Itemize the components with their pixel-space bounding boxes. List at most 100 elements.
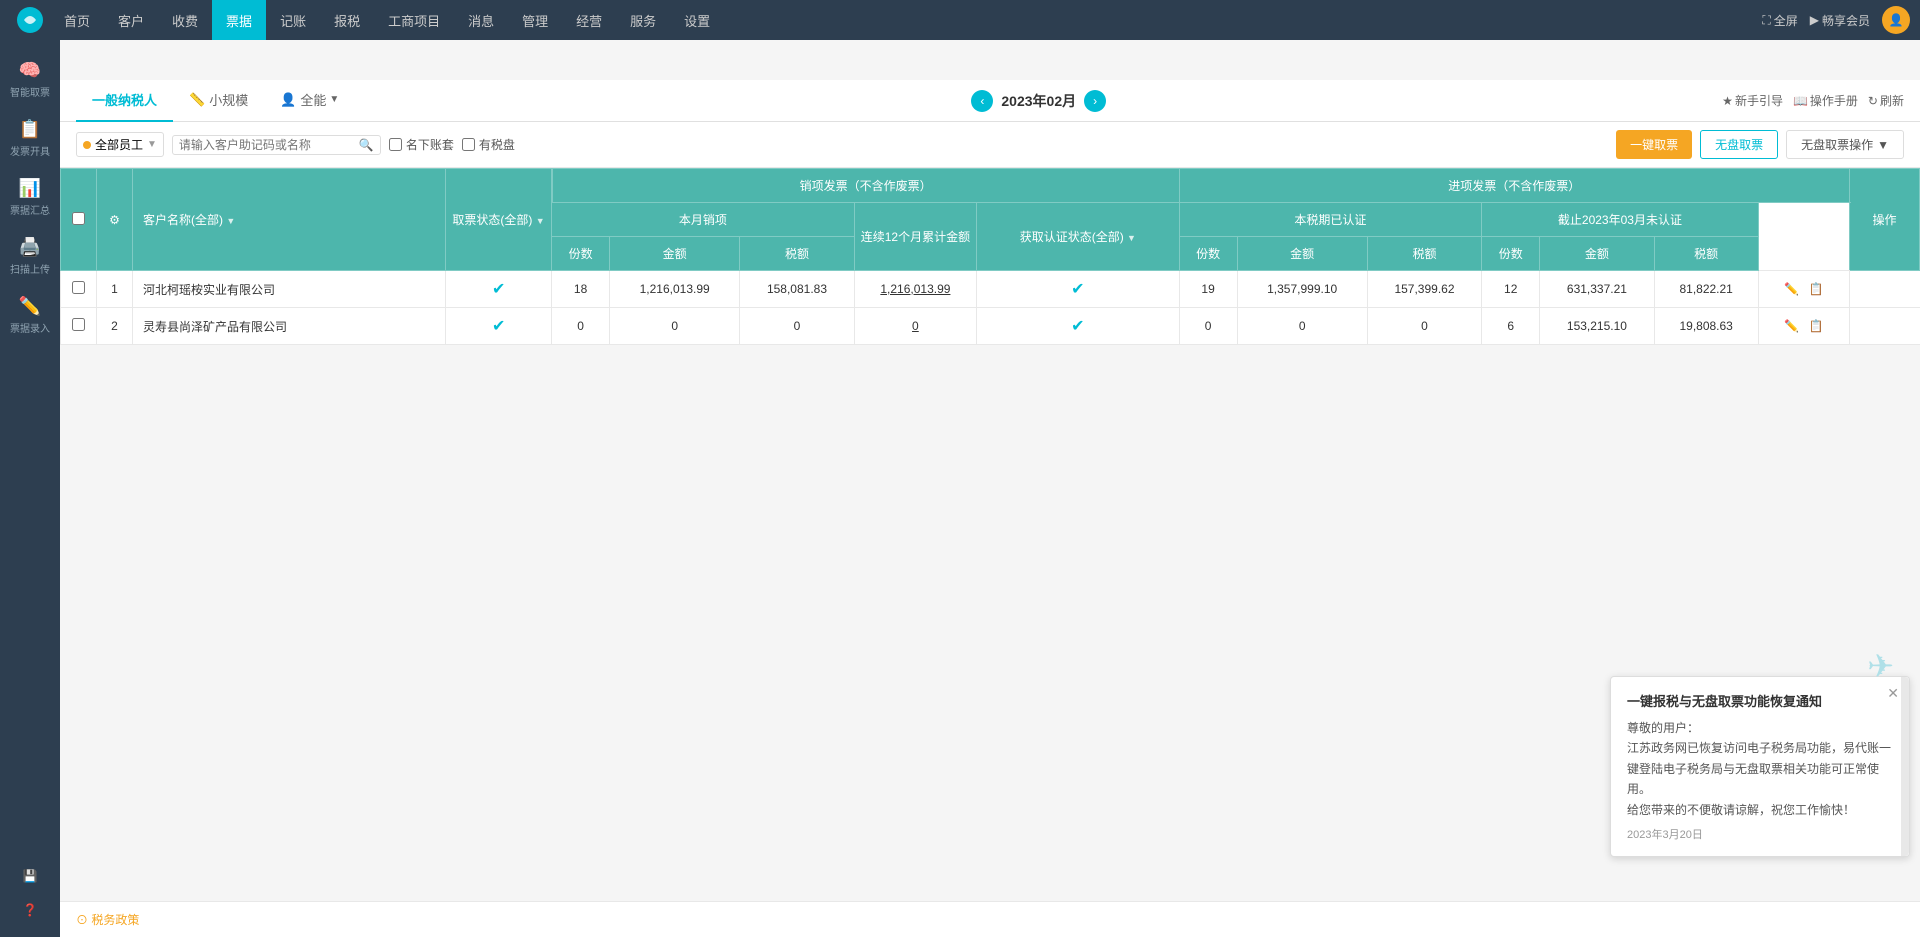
sidebar-download-btn[interactable]: 💾 [23,859,38,893]
col-group-purchase: 进项发票（不含作废票） [1179,169,1849,203]
user-avatar[interactable]: 👤 [1882,6,1910,34]
row1-checkbox[interactable] [61,271,97,308]
no-disk-ops-btn[interactable]: 无盘取票操作 ▼ [1786,130,1904,159]
fullscreen-btn[interactable]: ⛶ 全屏 [1762,12,1797,29]
subaccount-check[interactable] [389,138,402,151]
emp-dropdown-icon: ▼ [147,139,157,150]
notification-title: 一键报税与无盘取票功能恢复通知 [1627,691,1893,710]
tab-all[interactable]: 👤 全能 ▼ [264,80,355,122]
nav-invoice[interactable]: 票据 [212,0,266,40]
row1-edit-icon[interactable]: ✏️ [1784,282,1799,296]
left-sidebar: 🧠 智能取票 📋 发票开具 📊 票据汇总 🖨️ 扫描上传 ✏️ 票据录入 💾 ❓ [0,40,60,937]
manual-btn[interactable]: 📖 操作手册 [1793,92,1858,109]
row1-purch-status: ✔ [977,271,1180,308]
col-sales-month: 本月销项 [552,203,855,237]
search-icon[interactable]: 🔍 [359,138,374,152]
scroll-indicator [1901,677,1909,856]
row1-status-icon: ✔ [492,281,505,298]
col-group-sales: 销项发票（不含作废票） [552,169,1179,203]
quick-ticket-btn[interactable]: 一键取票 [1616,130,1692,159]
invoice-open-icon: 📋 [19,119,41,140]
purch-status-sort[interactable]: ▼ [1127,233,1136,243]
date-display: 2023年02月 [1001,91,1076,111]
help-icon: ❓ [23,903,38,917]
row2-sales-count: 0 [552,308,610,345]
no-disk-btn[interactable]: 无盘取票 [1700,130,1778,159]
taxdisk-checkbox[interactable]: 有税盘 [462,136,515,153]
col-uncert-count: 份数 [1482,237,1540,271]
row2-sales-tax: 0 [740,308,854,345]
row2-copy-icon[interactable]: 📋 [1809,319,1824,333]
nav-operate[interactable]: 经营 [562,0,616,40]
tab-general-taxpayer[interactable]: 一般纳税人 [76,80,173,122]
row1-ops: ✏️ 📋 [1758,271,1849,308]
date-prev-btn[interactable]: ‹ [971,90,993,112]
row2-status-icon: ✔ [492,318,505,335]
status-sort-icon[interactable]: ▼ [536,216,545,226]
col-purch-status: 获取认证状态(全部) ▼ [977,203,1180,271]
table-row: 2 灵寿县尚泽矿产品有限公司 ✔ 0 0 0 0 ✔ 0 0 0 6 153,2… [61,308,1920,345]
dropdown-arrow-icon: ▼ [1877,138,1889,152]
row1-uncert-amount: 631,337.21 [1540,271,1654,308]
fullscreen-icon: ⛶ [1762,13,1770,28]
nav-home[interactable]: 首页 [50,0,104,40]
row2-edit-icon[interactable]: ✏️ [1784,319,1799,333]
tab-bar: 一般纳税人 📏 小规模 👤 全能 ▼ ‹ 2023年02月 › ★ 新手引导 📖 [60,80,1920,122]
top-navbar: 首页 客户 收费 票据 记账 报税 工商项目 消息 管理 经营 服务 设置 ⛶ … [0,0,1920,40]
employee-selector[interactable]: 全部员工 ▼ [76,132,164,157]
config-icon[interactable]: ⚙ [109,213,120,227]
col-purch-count: 份数 [1179,237,1237,271]
sidebar-item-ticket-entry[interactable]: ✏️ 票据录入 [0,286,60,345]
date-next-btn[interactable]: › [1084,90,1106,112]
col-sales-tax: 税额 [740,237,854,271]
guide-icon: ★ [1722,94,1733,108]
nav-charge[interactable]: 收费 [158,0,212,40]
row2-checkbox[interactable] [61,308,97,345]
toolbar: 全部员工 ▼ 🔍 名下账套 有税盘 一键取票 无盘取票 无盘取票操作 ▼ [60,122,1920,168]
row2-status: ✔ [446,308,552,345]
nav-manage[interactable]: 管理 [508,0,562,40]
nav-settings[interactable]: 设置 [670,0,724,40]
col-checkbox [61,169,97,271]
row1-purch-status-icon: ✔ [1071,281,1084,298]
sidebar-item-scan-upload[interactable]: 🖨️ 扫描上传 [0,227,60,286]
nav-bookkeeping[interactable]: 记账 [266,0,320,40]
row1-copy-icon[interactable]: 📋 [1809,282,1824,296]
sidebar-item-invoice-open[interactable]: 📋 发票开具 [0,109,60,168]
sidebar-help-btn[interactable]: ❓ [23,893,38,927]
tab-small-scale[interactable]: 📏 小规模 [173,80,264,122]
select-all-checkbox[interactable] [72,212,85,225]
sidebar-item-smart-ticket[interactable]: 🧠 智能取票 [0,50,60,109]
name-sort-icon[interactable]: ▼ [226,216,235,226]
taxdisk-check[interactable] [462,138,475,151]
subaccount-checkbox[interactable]: 名下账套 [389,136,454,153]
logo [10,0,50,40]
helper-links: ★ 新手引导 📖 操作手册 ↻ 刷新 [1722,92,1904,109]
row1-purch-amount: 1,357,999.10 [1237,271,1367,308]
row1-sales-cumul[interactable]: 1,216,013.99 [854,271,976,308]
col-purch-uncert: 截止2023年03月未认证 [1482,203,1758,237]
nav-tax[interactable]: 报税 [320,0,374,40]
row1-uncert-count: 12 [1482,271,1540,308]
search-input[interactable] [179,138,359,152]
row1-sales-amount: 1,216,013.99 [610,271,740,308]
col-sales-count: 份数 [552,237,610,271]
col-purch-amount: 金额 [1237,237,1367,271]
row2-purch-status: ✔ [977,308,1180,345]
date-navigator: ‹ 2023年02月 › [971,90,1106,112]
nav-message[interactable]: 消息 [454,0,508,40]
row2-uncert-amount: 153,215.10 [1540,308,1654,345]
member-btn[interactable]: ▶ 畅享会员 [1810,12,1870,29]
nav-commerce[interactable]: 工商项目 [374,0,454,40]
nav-service[interactable]: 服务 [616,0,670,40]
nav-customer[interactable]: 客户 [104,0,158,40]
row2-purch-status-icon: ✔ [1071,318,1084,335]
sidebar-item-ticket-summary[interactable]: 📊 票据汇总 [0,168,60,227]
scan-upload-icon: 🖨️ [19,237,41,258]
refresh-btn[interactable]: ↻ 刷新 [1868,92,1904,109]
row2-sales-cumul[interactable]: 0 [854,308,976,345]
notification-decoration: ✈ [1867,647,1894,685]
tax-policy-link[interactable]: ⊙ 税务政策 [76,911,139,928]
new-guide-btn[interactable]: ★ 新手引导 [1722,92,1783,109]
notification-close-btn[interactable]: ✕ [1887,685,1899,702]
